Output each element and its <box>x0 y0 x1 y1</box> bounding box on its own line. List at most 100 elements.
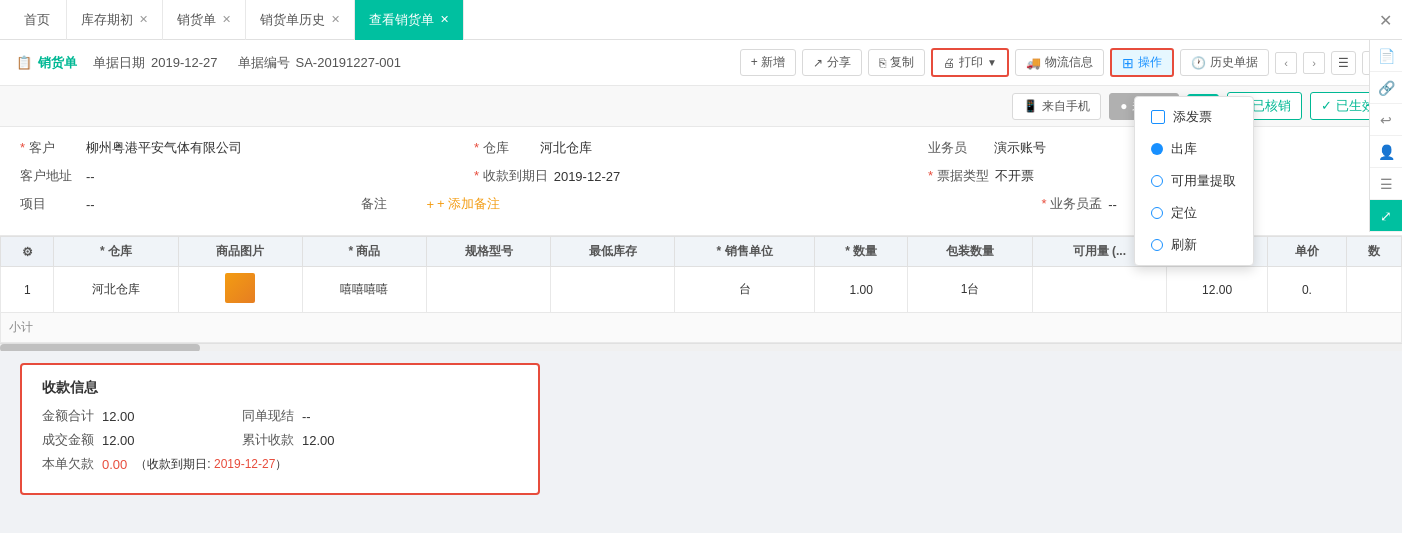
ticket-icon: ● <box>1120 99 1127 113</box>
td-extra <box>1346 267 1401 313</box>
tab-close-sales-order[interactable]: ✕ <box>222 13 231 26</box>
payment-row-3: 本单欠款 0.00 （收款到期日: 2019-12-27） <box>42 455 518 473</box>
td-index: 1 <box>1 267 54 313</box>
payment-title: 收款信息 <box>42 379 518 397</box>
tab-bar: 首页 库存期初 ✕ 销货单 ✕ 销货单历史 ✕ 查看销货单 ✕ ✕ <box>0 0 1402 40</box>
next-arrow[interactable]: › <box>1303 52 1325 74</box>
note-label: 备注 <box>361 195 421 213</box>
circle-empty-icon-1 <box>1151 175 1163 187</box>
td-product-img <box>178 267 302 313</box>
cumulative-label: 累计收款 <box>242 431 294 449</box>
payment-row-1: 金额合计 12.00 同单现结 -- <box>42 407 518 425</box>
due-date-value: 2019-12-27 <box>554 169 928 184</box>
share-button[interactable]: ↗ 分享 <box>802 49 862 76</box>
doc-meta: 单据日期 2019-12-27 单据编号 SA-20191227-001 <box>93 54 401 72</box>
operate-button[interactable]: ⊞ 操作 <box>1110 48 1174 77</box>
copy-button[interactable]: ⎘ 复制 <box>868 49 925 76</box>
total-amount-item: 金额合计 12.00 <box>42 407 202 425</box>
table-scrollbar[interactable] <box>0 343 1402 351</box>
tab-home[interactable]: 首页 <box>8 0 67 40</box>
sidebar-icon-list[interactable]: ☰ <box>1370 168 1402 200</box>
sidebar-icon-doc[interactable]: 📄 <box>1370 40 1402 72</box>
tab-close-sales-history[interactable]: ✕ <box>331 13 340 26</box>
window-close-button[interactable]: ✕ <box>1379 10 1392 29</box>
plus-icon: + <box>427 197 435 212</box>
total-amount-label: 金额合计 <box>42 407 94 425</box>
print-icon: 🖨 <box>943 56 955 70</box>
doc-icon: 📋 <box>16 55 32 70</box>
cumulative-item: 累计收款 12.00 <box>242 431 402 449</box>
circle-empty-icon-2 <box>1151 207 1163 219</box>
staff2-label: 业务员孟 <box>1042 195 1103 213</box>
th-product-img: 商品图片 <box>178 237 302 267</box>
address-field: 客户地址 -- <box>20 167 474 185</box>
right-sidebar: 📄 🔗 ↩ 👤 ☰ ⤢ <box>1369 40 1402 232</box>
doc-header: 📋 销货单 单据日期 2019-12-27 单据编号 SA-20191227-0… <box>0 40 1402 86</box>
dropdown-item-refresh[interactable]: 刷新 <box>1135 229 1253 261</box>
scrollbar-thumb[interactable] <box>0 344 200 351</box>
tab-view-sales[interactable]: 查看销货单 ✕ <box>355 0 464 40</box>
tab-close-view-sales[interactable]: ✕ <box>440 13 449 26</box>
due-date-note-date: 2019-12-27 <box>214 457 275 471</box>
td-available <box>1032 267 1166 313</box>
truck-icon: 🚚 <box>1026 56 1041 70</box>
deal-amount-value: 12.00 <box>102 433 135 448</box>
address-value: -- <box>86 169 474 184</box>
dropdown-item-available[interactable]: 可用量提取 <box>1135 165 1253 197</box>
td-current-stock: 12.00 <box>1167 267 1268 313</box>
project-value: -- <box>86 197 361 212</box>
add-note-button[interactable]: + + 添加备注 <box>427 195 501 213</box>
copy-icon: ⎘ <box>879 56 886 70</box>
due-date-field: 收款到期日 2019-12-27 <box>474 167 928 185</box>
subtotal-row: 小计 <box>1 313 1402 343</box>
tab-sales-history[interactable]: 销货单历史 ✕ <box>246 0 355 40</box>
sidebar-icon-expand[interactable]: ⤢ <box>1370 200 1402 232</box>
sidebar-icon-user[interactable]: 👤 <box>1370 136 1402 168</box>
doc-title-area: 📋 销货单 单据日期 2019-12-27 单据编号 SA-20191227-0… <box>16 54 401 72</box>
same-order-value: -- <box>302 409 311 424</box>
td-min-stock <box>551 267 675 313</box>
total-amount-value: 12.00 <box>102 409 135 424</box>
th-warehouse: * 仓库 <box>54 237 178 267</box>
address-label: 客户地址 <box>20 167 80 185</box>
project-field: 项目 -- <box>20 195 361 213</box>
doc-actions: + 新增 ↗ 分享 ⎘ 复制 🖨 打印 ▼ 🚚 物流信息 ⊞ 操作 <box>740 48 1386 77</box>
deal-amount-item: 成交金额 12.00 <box>42 431 202 449</box>
logistics-button[interactable]: 🚚 物流信息 <box>1015 49 1104 76</box>
history-button[interactable]: 🕐 历史单据 <box>1180 49 1269 76</box>
cumulative-value: 12.00 <box>302 433 335 448</box>
current-due-item: 本单欠款 0.00 （收款到期日: 2019-12-27） <box>42 455 518 473</box>
doc-type-label: 📋 销货单 <box>16 54 77 72</box>
tab-sales-order[interactable]: 销货单 ✕ <box>163 0 246 40</box>
staff-label: 业务员 <box>928 139 988 157</box>
dropdown-item-outbound[interactable]: 出库 <box>1135 133 1253 165</box>
doc-date-item: 单据日期 2019-12-27 <box>93 54 218 72</box>
dropdown-item-add-invoice[interactable]: 添发票 <box>1135 101 1253 133</box>
history-icon: 🕐 <box>1191 56 1206 70</box>
circle-empty-icon-3 <box>1151 239 1163 251</box>
layout-btn-1[interactable]: ☰ <box>1331 51 1356 75</box>
dropdown-menu: 添发票 出库 可用量提取 定位 刷新 <box>1134 96 1254 266</box>
from-phone-button[interactable]: 📱 来自手机 <box>1012 93 1101 120</box>
doc-number-item: 单据编号 SA-20191227-001 <box>238 54 402 72</box>
sidebar-icon-return[interactable]: ↩ <box>1370 104 1402 136</box>
sidebar-icon-link[interactable]: 🔗 <box>1370 72 1402 104</box>
td-unit: 台 <box>675 267 814 313</box>
same-order-label: 同单现结 <box>242 407 294 425</box>
dropdown-item-locate[interactable]: 定位 <box>1135 197 1253 229</box>
th-quantity: * 数量 <box>814 237 908 267</box>
warehouse-label: 仓库 <box>474 139 534 157</box>
td-price: 0. <box>1268 267 1346 313</box>
td-warehouse: 河北仓库 <box>54 267 178 313</box>
print-dropdown-icon: ▼ <box>987 57 997 68</box>
td-quantity: 1.00 <box>814 267 908 313</box>
prev-arrow[interactable]: ‹ <box>1275 52 1297 74</box>
same-order-item: 同单现结 -- <box>242 407 402 425</box>
tab-close-inventory-init[interactable]: ✕ <box>139 13 148 26</box>
payment-row-2: 成交金额 12.00 累计收款 12.00 <box>42 431 518 449</box>
print-button[interactable]: 🖨 打印 ▼ <box>931 48 1009 77</box>
new-button[interactable]: + 新增 <box>740 49 796 76</box>
th-product: * 商品 <box>302 237 426 267</box>
tab-inventory-init[interactable]: 库存期初 ✕ <box>67 0 163 40</box>
td-pack-qty: 1台 <box>908 267 1032 313</box>
